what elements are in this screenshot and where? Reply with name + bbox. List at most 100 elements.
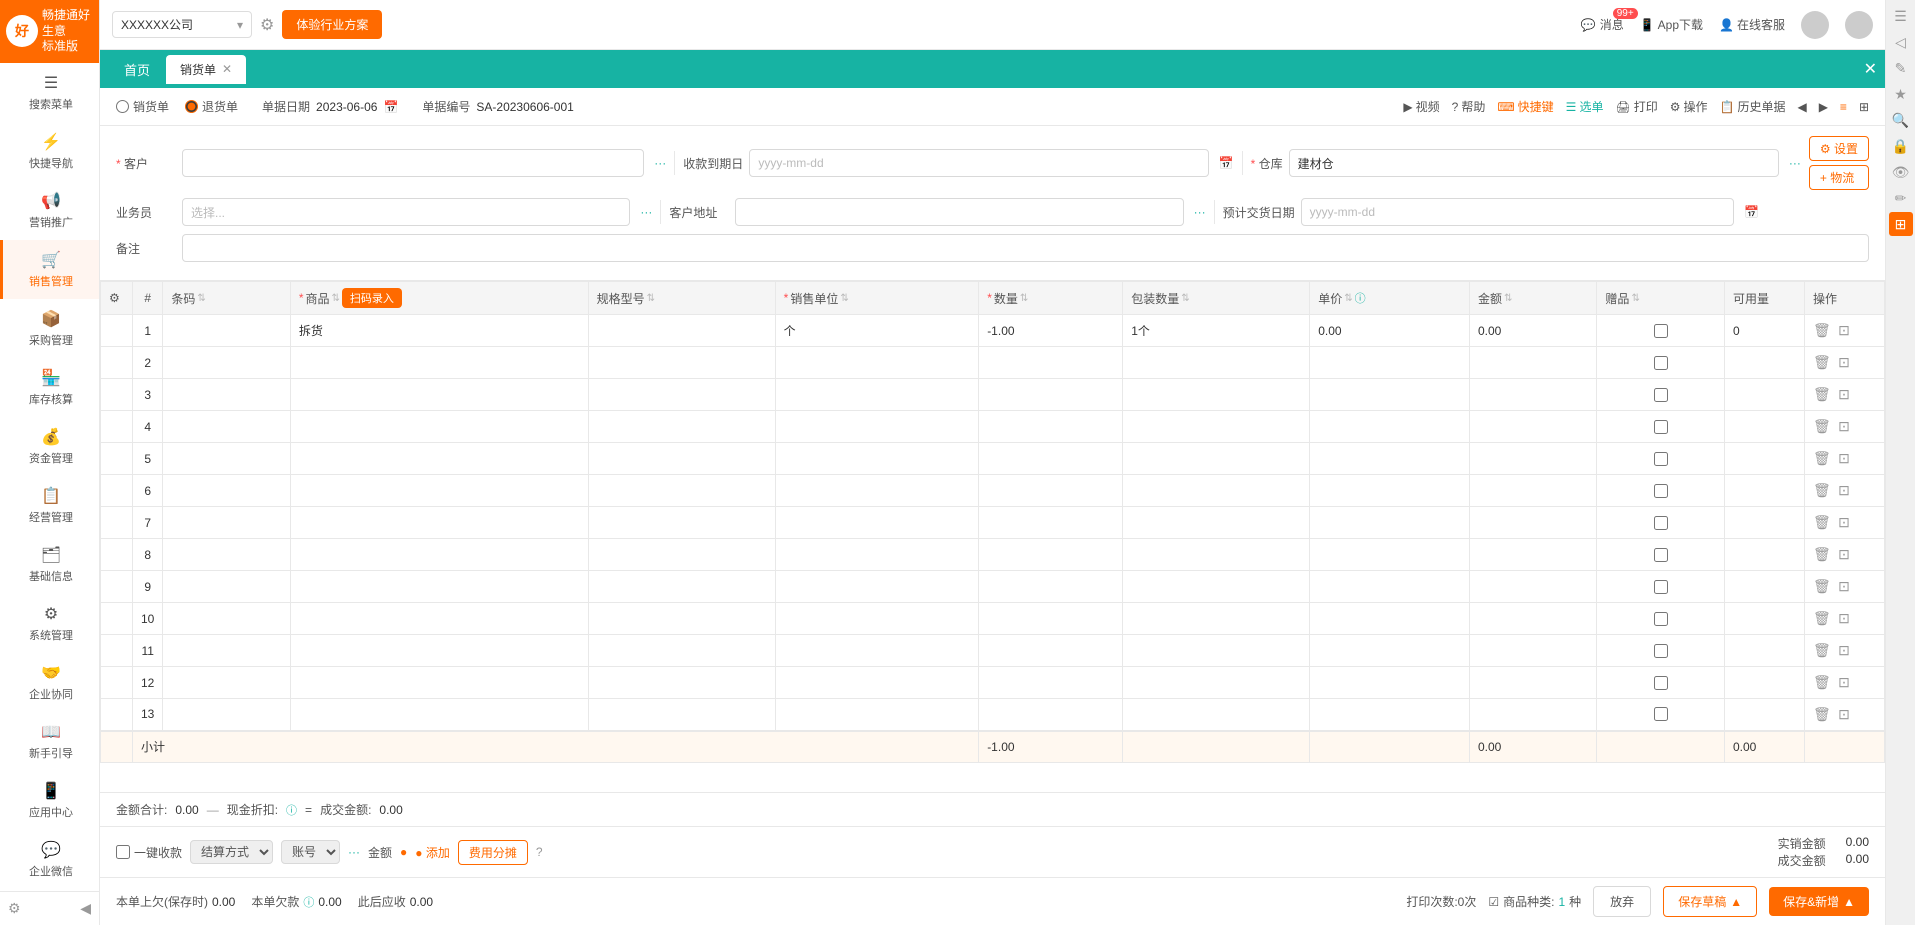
row-gift-6[interactable]: [1597, 507, 1725, 539]
radio-return-input[interactable]: [185, 100, 198, 113]
row-gift-4[interactable]: [1597, 443, 1725, 475]
customer-addr-input[interactable]: [735, 198, 1183, 226]
row-amount-9[interactable]: [1469, 603, 1596, 635]
row-gift-3[interactable]: [1597, 411, 1725, 443]
sidebar-item-3[interactable]: 🛒 销售管理: [0, 240, 99, 299]
row-unit-2[interactable]: [775, 379, 979, 411]
row-gift-11[interactable]: [1597, 667, 1725, 699]
row-qty-3[interactable]: [979, 411, 1123, 443]
row-pkg-qty-9[interactable]: [1123, 603, 1310, 635]
save-new-button[interactable]: 保存&新增 ▲: [1769, 887, 1869, 916]
customer-dots[interactable]: ···: [654, 156, 666, 170]
row-delete-10[interactable]: 🗑: [1813, 642, 1831, 658]
sidebar-item-5[interactable]: 🏪 库存核算: [0, 358, 99, 417]
table-settings-th[interactable]: ⚙: [101, 282, 133, 315]
company-selector[interactable]: XXXXXX公司 ▾: [112, 11, 252, 38]
row-barcode-10[interactable]: [163, 635, 290, 667]
sidebar-settings-icon[interactable]: ⚙: [8, 900, 21, 917]
row-price-10[interactable]: [1310, 635, 1470, 667]
row-barcode-8[interactable]: [163, 571, 290, 603]
row-delete-5[interactable]: 🗑: [1813, 482, 1831, 498]
logistics-button[interactable]: + 物流: [1809, 165, 1869, 190]
trial-button[interactable]: 体验行业方案: [282, 10, 382, 39]
row-pkg-qty-1[interactable]: [1123, 347, 1310, 379]
row-price-6[interactable]: [1310, 507, 1470, 539]
message-button[interactable]: 💬 消息 99+: [1581, 16, 1624, 33]
row-copy-2[interactable]: ⊡: [1838, 386, 1850, 402]
row-qty-7[interactable]: [979, 539, 1123, 571]
row-qty-4[interactable]: [979, 443, 1123, 475]
row-product-9[interactable]: [290, 603, 588, 635]
row-delete-11[interactable]: 🗑: [1813, 674, 1831, 690]
sidebar-item-6[interactable]: 💰 资金管理: [0, 417, 99, 476]
row-unit-11[interactable]: [775, 667, 979, 699]
sidebar-collapse-icon[interactable]: ◀: [80, 900, 91, 917]
tab-close-icon[interactable]: ✕: [222, 62, 232, 76]
row-unit-12[interactable]: [775, 699, 979, 731]
row-gift-cb-0[interactable]: [1654, 324, 1668, 338]
row-product-0[interactable]: 拆货: [290, 315, 588, 347]
settings-icon[interactable]: ⚙: [260, 15, 274, 35]
row-barcode-0[interactable]: [163, 315, 290, 347]
row-gift-cb-9[interactable]: [1654, 612, 1668, 626]
row-price-2[interactable]: [1310, 379, 1470, 411]
customer-addr-dots[interactable]: ···: [1194, 205, 1206, 219]
history-btn[interactable]: 📋 历史单据: [1719, 98, 1785, 115]
rp-btn-1[interactable]: ☰: [1889, 4, 1913, 28]
row-copy-9[interactable]: ⊡: [1838, 610, 1850, 626]
row-gift-5[interactable]: [1597, 475, 1725, 507]
row-qty-5[interactable]: [979, 475, 1123, 507]
video-btn[interactable]: ▶ 视频: [1403, 98, 1439, 115]
row-spec-2[interactable]: [588, 379, 775, 411]
warehouse-dots[interactable]: ···: [1789, 156, 1801, 170]
sidebar-item-4[interactable]: 📦 采购管理: [0, 299, 99, 358]
row-spec-11[interactable]: [588, 667, 775, 699]
row-gift-cb-5[interactable]: [1654, 484, 1668, 498]
row-gift-cb-4[interactable]: [1654, 452, 1668, 466]
row-gift-10[interactable]: [1597, 635, 1725, 667]
account-dots[interactable]: ···: [348, 845, 360, 859]
row-unit-6[interactable]: [775, 507, 979, 539]
row-price-7[interactable]: [1310, 539, 1470, 571]
row-pkg-qty-8[interactable]: [1123, 571, 1310, 603]
row-spec-3[interactable]: [588, 411, 775, 443]
expected-date-input[interactable]: yyyy-mm-dd: [1301, 198, 1734, 226]
row-copy-3[interactable]: ⊡: [1838, 418, 1850, 434]
row-delete-8[interactable]: 🗑: [1813, 578, 1831, 594]
row-amount-3[interactable]: [1469, 411, 1596, 443]
user-avatar2[interactable]: [1845, 11, 1873, 39]
row-gift-8[interactable]: [1597, 571, 1725, 603]
sidebar-item-1[interactable]: ⚡ 快捷导航: [0, 122, 99, 181]
row-qty-9[interactable]: [979, 603, 1123, 635]
row-spec-0[interactable]: [588, 315, 775, 347]
salesperson-input[interactable]: 选择...: [182, 198, 630, 226]
row-unit-0[interactable]: 个: [775, 315, 979, 347]
sidebar-item-12[interactable]: 📱 应用中心: [0, 771, 99, 830]
row-price-1[interactable]: [1310, 347, 1470, 379]
tab-home[interactable]: 首页: [108, 52, 166, 87]
row-gift-cb-3[interactable]: [1654, 420, 1668, 434]
row-delete-6[interactable]: 🗑: [1813, 514, 1831, 530]
row-price-5[interactable]: [1310, 475, 1470, 507]
online-service-button[interactable]: 👤 在线客服: [1719, 16, 1785, 33]
row-delete-4[interactable]: 🗑: [1813, 450, 1831, 466]
warehouse-input[interactable]: 建材仓: [1289, 149, 1779, 177]
row-gift-7[interactable]: [1597, 539, 1725, 571]
row-amount-0[interactable]: 0.00: [1469, 315, 1596, 347]
sidebar-item-11[interactable]: 📖 新手引导: [0, 712, 99, 771]
row-qty-2[interactable]: [979, 379, 1123, 411]
row-qty-6[interactable]: [979, 507, 1123, 539]
radio-sale-input[interactable]: [116, 100, 129, 113]
row-pkg-qty-4[interactable]: [1123, 443, 1310, 475]
row-price-11[interactable]: [1310, 667, 1470, 699]
rp-btn-9[interactable]: ⊞: [1889, 212, 1913, 236]
row-pkg-qty-6[interactable]: [1123, 507, 1310, 539]
row-unit-9[interactable]: [775, 603, 979, 635]
row-gift-cb-7[interactable]: [1654, 548, 1668, 562]
sidebar-item-2[interactable]: 📢 营销推广: [0, 181, 99, 240]
rp-btn-2[interactable]: ◁: [1889, 30, 1913, 54]
row-copy-6[interactable]: ⊡: [1838, 514, 1850, 530]
row-pkg-qty-11[interactable]: [1123, 667, 1310, 699]
row-spec-6[interactable]: [588, 507, 775, 539]
tab-sale-order[interactable]: 销货单 ✕: [166, 55, 246, 84]
